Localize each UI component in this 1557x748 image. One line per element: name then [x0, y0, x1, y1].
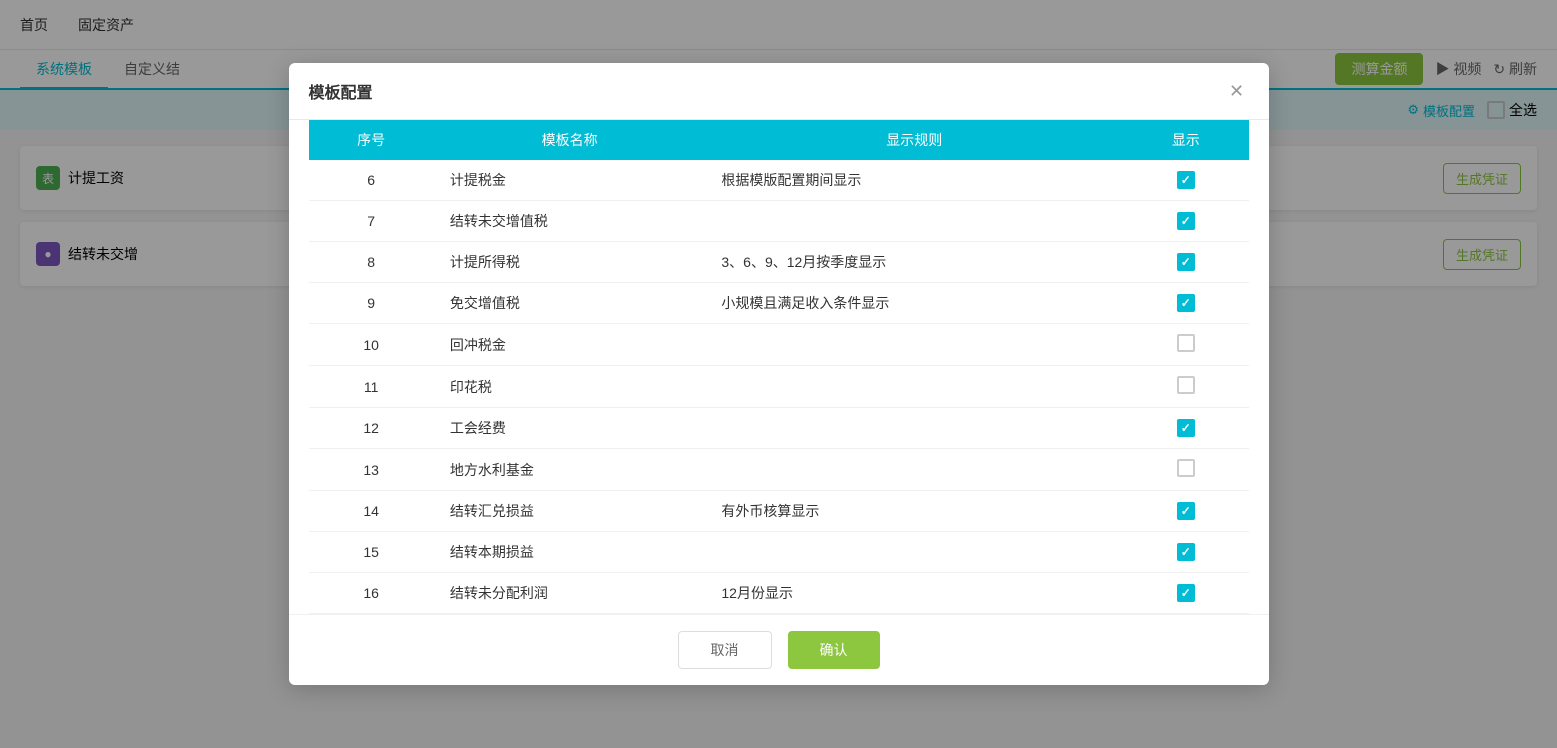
- col-header-display: 显示: [1123, 120, 1248, 160]
- checkbox-6[interactable]: [1177, 419, 1195, 437]
- table-row: 11印花税: [309, 366, 1249, 408]
- dialog-close-button[interactable]: ✕: [1225, 79, 1249, 103]
- cell-seq-9: 15: [309, 532, 434, 573]
- table-row: 6计提税金根据模版配置期间显示: [309, 160, 1249, 201]
- cell-display-5: [1123, 366, 1248, 408]
- table-header-row: 序号 模板名称 显示规则 显示: [309, 120, 1249, 160]
- table-row: 15结转本期损益: [309, 532, 1249, 573]
- cell-rule-0: 根据模版配置期间显示: [705, 160, 1123, 201]
- checkbox-2[interactable]: [1177, 253, 1195, 271]
- checkbox-7[interactable]: [1177, 459, 1195, 477]
- table-row: 10回冲税金: [309, 324, 1249, 366]
- cell-display-2: [1123, 242, 1248, 283]
- cell-display-7: [1123, 449, 1248, 491]
- template-table: 序号 模板名称 显示规则 显示 6计提税金根据模版配置期间显示7结转未交增值税8…: [309, 120, 1249, 614]
- cell-rule-10: 12月份显示: [705, 573, 1123, 614]
- cell-display-8: [1123, 491, 1248, 532]
- cell-name-1: 结转未交增值税: [434, 201, 706, 242]
- template-config-dialog: 模板配置 ✕ 序号 模板名称 显示规则 显示 6计提税金根据模版配置期间显示7结…: [289, 63, 1269, 685]
- table-row: 16结转未分配利润12月份显示: [309, 573, 1249, 614]
- cell-name-3: 免交增值税: [434, 283, 706, 324]
- dialog-body: 序号 模板名称 显示规则 显示 6计提税金根据模版配置期间显示7结转未交增值税8…: [289, 120, 1269, 614]
- dialog-footer: 取消 确认: [289, 614, 1269, 685]
- cell-display-6: [1123, 408, 1248, 449]
- col-header-rule: 显示规则: [705, 120, 1123, 160]
- cell-name-9: 结转本期损益: [434, 532, 706, 573]
- cell-rule-4: [705, 324, 1123, 366]
- cell-name-8: 结转汇兑损益: [434, 491, 706, 532]
- cell-seq-3: 9: [309, 283, 434, 324]
- checkbox-5[interactable]: [1177, 376, 1195, 394]
- cell-name-4: 回冲税金: [434, 324, 706, 366]
- checkbox-9[interactable]: [1177, 543, 1195, 561]
- cell-name-7: 地方水利基金: [434, 449, 706, 491]
- dialog-header: 模板配置 ✕: [289, 63, 1269, 120]
- cell-seq-1: 7: [309, 201, 434, 242]
- checkbox-0[interactable]: [1177, 171, 1195, 189]
- cell-rule-2: 3、6、9、12月按季度显示: [705, 242, 1123, 283]
- cell-name-2: 计提所得税: [434, 242, 706, 283]
- table-row: 14结转汇兑损益有外币核算显示: [309, 491, 1249, 532]
- cell-rule-5: [705, 366, 1123, 408]
- cell-seq-0: 6: [309, 160, 434, 201]
- cell-display-3: [1123, 283, 1248, 324]
- cancel-button[interactable]: 取消: [678, 631, 772, 669]
- table-row: 12工会经费: [309, 408, 1249, 449]
- background-page: 首页 固定资产 系统模板 自定义结 测算金额 ▶ 视频 ↻ 刷新 ⚙ 模板配置 …: [0, 0, 1557, 748]
- cell-rule-3: 小规模且满足收入条件显示: [705, 283, 1123, 324]
- checkbox-8[interactable]: [1177, 502, 1195, 520]
- table-row: 8计提所得税3、6、9、12月按季度显示: [309, 242, 1249, 283]
- cell-seq-4: 10: [309, 324, 434, 366]
- col-header-seq: 序号: [309, 120, 434, 160]
- cell-rule-9: [705, 532, 1123, 573]
- confirm-button[interactable]: 确认: [788, 631, 880, 669]
- checkbox-1[interactable]: [1177, 212, 1195, 230]
- table-row: 13地方水利基金: [309, 449, 1249, 491]
- cell-seq-8: 14: [309, 491, 434, 532]
- cell-seq-5: 11: [309, 366, 434, 408]
- cell-rule-7: [705, 449, 1123, 491]
- modal-overlay: 模板配置 ✕ 序号 模板名称 显示规则 显示 6计提税金根据模版配置期间显示7结…: [0, 0, 1557, 748]
- checkbox-10[interactable]: [1177, 584, 1195, 602]
- cell-seq-7: 13: [309, 449, 434, 491]
- cell-name-6: 工会经费: [434, 408, 706, 449]
- cell-display-0: [1123, 160, 1248, 201]
- col-header-name: 模板名称: [434, 120, 706, 160]
- checkbox-3[interactable]: [1177, 294, 1195, 312]
- cell-name-5: 印花税: [434, 366, 706, 408]
- dialog-title: 模板配置: [309, 79, 373, 103]
- cell-rule-6: [705, 408, 1123, 449]
- table-row: 9免交增值税小规模且满足收入条件显示: [309, 283, 1249, 324]
- cell-display-9: [1123, 532, 1248, 573]
- cell-rule-1: [705, 201, 1123, 242]
- cell-seq-2: 8: [309, 242, 434, 283]
- checkbox-4[interactable]: [1177, 334, 1195, 352]
- cell-rule-8: 有外币核算显示: [705, 491, 1123, 532]
- table-row: 7结转未交增值税: [309, 201, 1249, 242]
- cell-seq-10: 16: [309, 573, 434, 614]
- cell-display-4: [1123, 324, 1248, 366]
- cell-display-10: [1123, 573, 1248, 614]
- cell-seq-6: 12: [309, 408, 434, 449]
- cell-name-0: 计提税金: [434, 160, 706, 201]
- cell-name-10: 结转未分配利润: [434, 573, 706, 614]
- cell-display-1: [1123, 201, 1248, 242]
